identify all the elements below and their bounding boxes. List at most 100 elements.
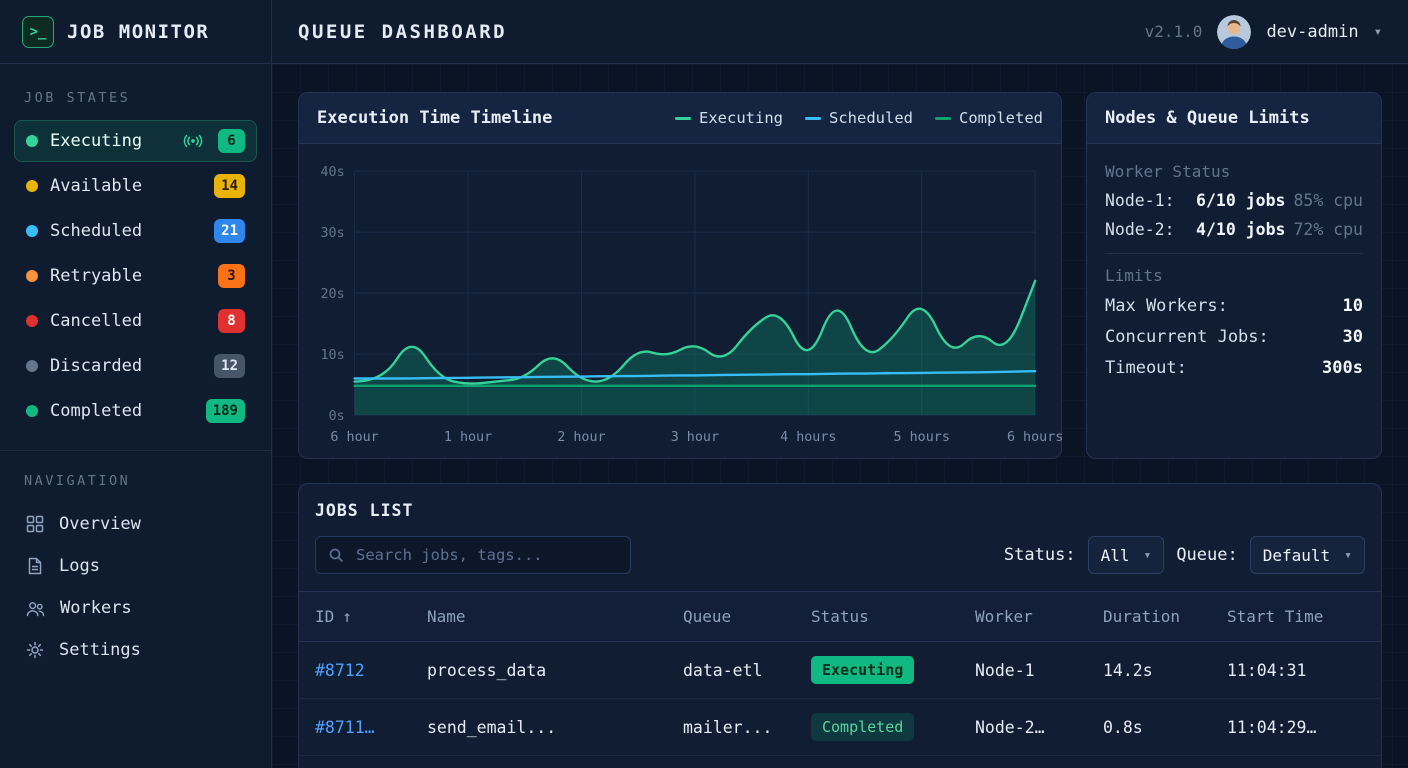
node-name: Node-2: bbox=[1105, 220, 1175, 239]
timeline-card-header: Execution Time Timeline Executing Schedu… bbox=[299, 93, 1061, 144]
legend-color-mark bbox=[675, 116, 691, 120]
svg-text:0s: 0s bbox=[329, 409, 345, 424]
sidebar-item-settings[interactable]: Settings bbox=[0, 629, 271, 671]
job-queue: data-etl bbox=[683, 660, 763, 680]
nav-label: Logs bbox=[59, 556, 100, 576]
search-input[interactable] bbox=[354, 545, 618, 565]
queue-filter-select[interactable]: Default ▾ bbox=[1249, 536, 1365, 574]
limit-label: Concurrent Jobs: bbox=[1105, 327, 1269, 347]
state-count-badge: 8 bbox=[218, 309, 245, 333]
main-content: Execution Time Timeline Executing Schedu… bbox=[272, 64, 1408, 768]
sidebar-state-item[interactable]: Retryable 3 bbox=[14, 255, 257, 297]
state-label: Cancelled bbox=[50, 311, 143, 331]
state-color-dot bbox=[26, 360, 38, 372]
sidebar-item-logs[interactable]: Logs bbox=[0, 545, 271, 587]
chevron-down-icon[interactable]: ▾ bbox=[1374, 24, 1382, 40]
svg-text:20s: 20s bbox=[321, 287, 345, 302]
queue-filter-value: Default bbox=[1262, 545, 1331, 565]
job-status-badge: Completed bbox=[811, 713, 915, 741]
search-box[interactable] bbox=[315, 536, 631, 574]
sidebar-state-item[interactable]: Cancelled 8 bbox=[14, 300, 257, 342]
sidebar-state-item[interactable]: Scheduled 21 bbox=[14, 210, 257, 252]
svg-text:4 hours: 4 hours bbox=[780, 430, 836, 445]
svg-text:30s: 30s bbox=[321, 226, 345, 241]
jobs-list-title: JOBS LIST bbox=[315, 501, 414, 520]
state-color-dot bbox=[26, 315, 38, 327]
people-icon bbox=[26, 600, 45, 617]
column-label: ID bbox=[315, 607, 335, 626]
limit-value: 300s bbox=[1322, 358, 1363, 378]
status-filter-label: Status: bbox=[1003, 545, 1076, 565]
nav-label: Overview bbox=[59, 514, 141, 534]
job-id-link[interactable]: #8711… bbox=[315, 718, 427, 737]
column-header[interactable]: Duration bbox=[1103, 607, 1227, 626]
chevron-down-icon: ▾ bbox=[1143, 547, 1152, 563]
status-filter-select[interactable]: All ▾ bbox=[1087, 536, 1165, 574]
node-cpu: 72% cpu bbox=[1293, 220, 1363, 239]
nodes-divider bbox=[1105, 253, 1363, 254]
sort-asc-icon: ↑ bbox=[342, 607, 352, 626]
nodes-card-header: Nodes & Queue Limits bbox=[1087, 93, 1381, 144]
terminal-icon: >_ bbox=[22, 15, 54, 48]
job-id-link[interactable]: #8712 bbox=[315, 661, 427, 680]
chevron-down-icon: ▾ bbox=[1344, 547, 1352, 563]
state-count-badge: 3 bbox=[218, 264, 245, 288]
table-row[interactable]: #8710 process_data mailer Scheduled Node… bbox=[299, 756, 1381, 768]
job-duration: 0.8s bbox=[1103, 717, 1143, 737]
brand-bar: >_ JOB MONITOR bbox=[0, 0, 272, 64]
execution-timeline-chart: 0s 10s 20s 30s 40s 6 hour 1 hour 2 hour 3 hour 4 … bbox=[321, 165, 1064, 445]
svg-text:1 hour: 1 hour bbox=[444, 430, 492, 445]
column-header[interactable]: Status bbox=[811, 607, 975, 626]
svg-text:5 hours: 5 hours bbox=[894, 430, 950, 445]
state-color-dot bbox=[26, 180, 38, 192]
job-status-badge: Executing bbox=[811, 656, 915, 684]
node-jobs: 6/10 jobs bbox=[1196, 191, 1286, 210]
job-name: send_email... bbox=[427, 717, 557, 737]
sidebar-item-workers[interactable]: Workers bbox=[0, 587, 271, 629]
column-header[interactable]: Worker bbox=[975, 607, 1103, 626]
limits-header: Limits bbox=[1105, 266, 1163, 285]
job-worker: Node-1 bbox=[975, 660, 1035, 680]
avatar[interactable] bbox=[1217, 14, 1252, 49]
table-row[interactable]: #8712 process_data data-etl Executing No… bbox=[299, 642, 1381, 699]
job-states-header: JOB STATES bbox=[24, 90, 131, 106]
sidebar-state-item[interactable]: Discarded 12 bbox=[14, 345, 257, 387]
svg-text:6 hours: 6 hours bbox=[1007, 430, 1063, 445]
state-color-dot bbox=[26, 225, 38, 237]
worker-status-header: Worker Status bbox=[1105, 162, 1231, 181]
node-name: Node-1: bbox=[1105, 191, 1175, 210]
state-count-badge: 14 bbox=[214, 174, 245, 198]
state-color-dot bbox=[26, 135, 38, 147]
user-menu[interactable]: dev-admin bbox=[1266, 22, 1358, 42]
sidebar-item-overview[interactable]: Overview bbox=[0, 503, 271, 545]
table-row[interactable]: #8711… send_email... mailer... Completed… bbox=[299, 699, 1381, 756]
limit-row: Concurrent Jobs: 30 bbox=[1105, 327, 1363, 347]
sidebar-state-item[interactable]: Executing 6 bbox=[14, 120, 257, 162]
column-header[interactable]: Name bbox=[427, 607, 683, 626]
legend-label: Scheduled bbox=[829, 109, 913, 127]
column-header[interactable]: Start Time bbox=[1227, 607, 1381, 626]
job-states-list: Executing 6 Available 14 Scheduled 21 Re… bbox=[0, 120, 271, 432]
nodes-title: Nodes & Queue Limits bbox=[1105, 108, 1310, 128]
job-queue: mailer... bbox=[683, 717, 773, 737]
page-title: QUEUE DASHBOARD bbox=[298, 20, 508, 43]
node-status-row: Node-2: 4/10 jobs 72% cpu bbox=[1105, 220, 1363, 239]
status-filter-value: All bbox=[1100, 545, 1130, 565]
document-icon bbox=[26, 557, 44, 575]
node-status-row: Node-1: 6/10 jobs 85% cpu bbox=[1105, 191, 1363, 210]
column-label: Status bbox=[811, 607, 869, 626]
version-label: v2.1.0 bbox=[1144, 22, 1203, 41]
svg-text:2 hour: 2 hour bbox=[557, 430, 605, 445]
column-header[interactable]: ID ↑ bbox=[315, 607, 427, 626]
sidebar-state-item[interactable]: Completed 189 bbox=[14, 390, 257, 432]
sidebar-state-item[interactable]: Available 14 bbox=[14, 165, 257, 207]
node-cpu: 85% cpu bbox=[1293, 191, 1363, 210]
state-label: Available bbox=[50, 176, 143, 196]
svg-text:6 hour: 6 hour bbox=[330, 430, 378, 445]
svg-text:10s: 10s bbox=[321, 348, 345, 363]
limit-label: Timeout: bbox=[1105, 358, 1187, 378]
column-label: Duration bbox=[1103, 607, 1181, 626]
jobs-filter-row: Status: All ▾ Queue: Default ▾ bbox=[299, 522, 1381, 591]
job-name: process_data bbox=[427, 660, 547, 680]
column-header[interactable]: Queue bbox=[683, 607, 811, 626]
